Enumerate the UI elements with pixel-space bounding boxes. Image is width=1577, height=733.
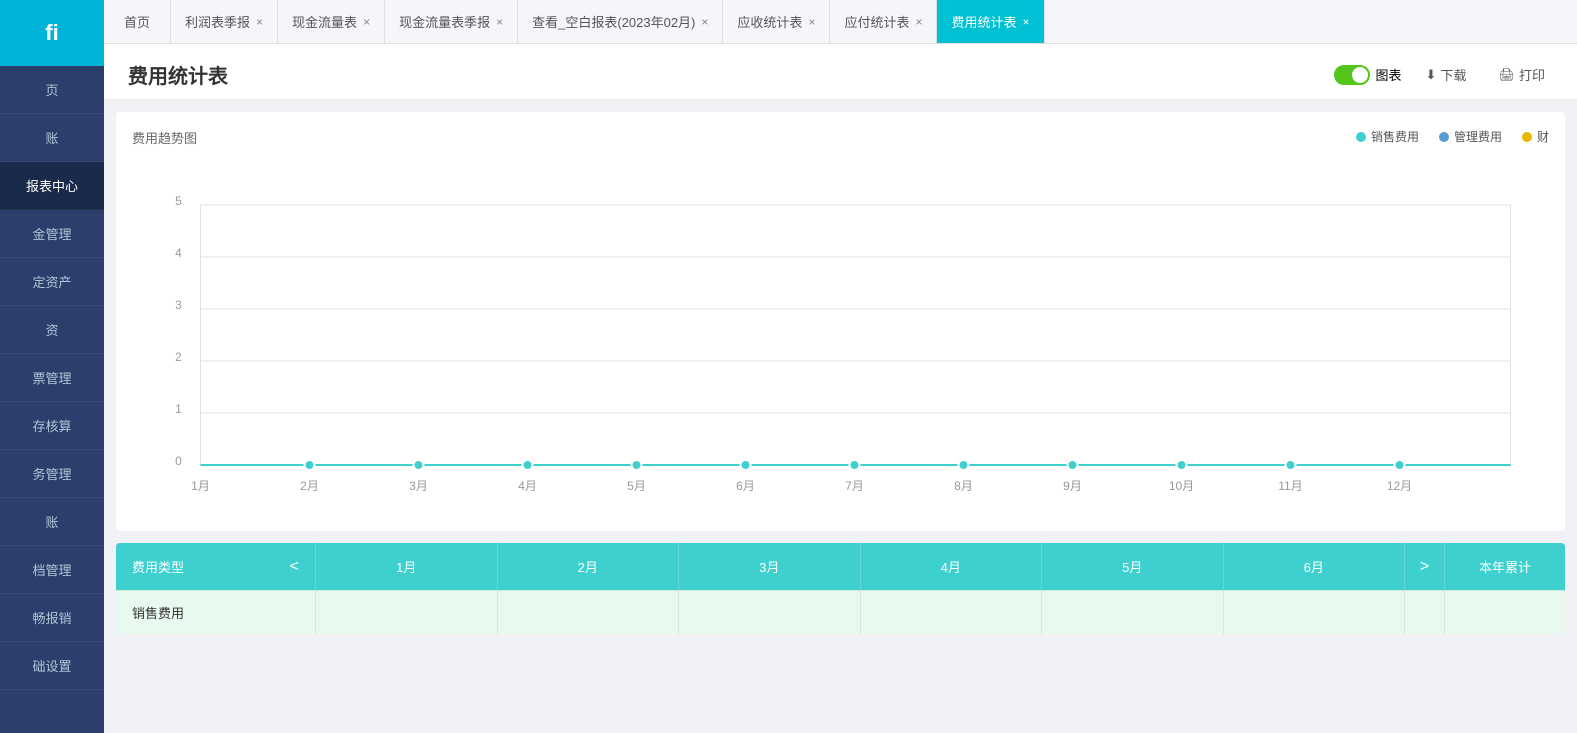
sidebar-item-assets[interactable]: 定资产: [0, 258, 104, 306]
tab-expense[interactable]: 费用统计表 ×: [937, 0, 1044, 44]
sidebar-item-archive[interactable]: 档管理: [0, 546, 104, 594]
svg-text:3: 3: [175, 298, 182, 312]
sidebar-logo: fi: [0, 0, 104, 66]
col-month-5: 5月: [1042, 543, 1224, 590]
legend-sales: 销售费用: [1356, 128, 1419, 145]
svg-text:2: 2: [175, 350, 182, 364]
table-row: 销售费用: [116, 590, 1565, 634]
print-icon: 🖨: [1498, 67, 1515, 83]
svg-text:8月: 8月: [954, 479, 973, 493]
svg-text:6月: 6月: [736, 479, 755, 493]
sidebar-item-inventory[interactable]: 存核算: [0, 402, 104, 450]
chart-legend: 销售费用 管理费用 财: [1356, 128, 1549, 145]
svg-text:7月: 7月: [845, 479, 864, 493]
col-month-4: 4月: [861, 543, 1043, 590]
tab-cashflow-q[interactable]: 现金流量表季报 ×: [385, 0, 518, 44]
row-type-sales: 销售费用: [116, 591, 316, 634]
page-title: 费用统计表: [128, 60, 228, 89]
row-val-4: [861, 591, 1043, 634]
sidebar-item-service[interactable]: 务管理: [0, 450, 104, 498]
tab-profit[interactable]: 利润表季报 ×: [171, 0, 278, 44]
nav-prev-btn[interactable]: <: [290, 558, 299, 576]
sidebar: fi 页 账 报表中心 金管理 定资产 资 票管理 存核算 务管理 账 档管理 …: [0, 0, 104, 733]
chart-title: 费用趋势图: [132, 128, 197, 147]
svg-text:12月: 12月: [1387, 479, 1412, 493]
svg-text:3月: 3月: [409, 479, 428, 493]
print-button[interactable]: 🖨 打印: [1490, 61, 1553, 88]
row-val-6: [1224, 591, 1406, 634]
sidebar-item-payable[interactable]: 账: [0, 498, 104, 546]
svg-text:2月: 2月: [300, 479, 319, 493]
header-actions: 图表 ⬇ 下载 🖨 打印: [1334, 61, 1553, 88]
sidebar-item-account[interactable]: 账: [0, 114, 104, 162]
chart-toggle[interactable]: 图表: [1334, 65, 1402, 85]
sidebar-item-invest[interactable]: 资: [0, 306, 104, 354]
table-header: 费用类型 < 1月 2月 3月 4月 5月 6月 > 本年累计: [116, 543, 1565, 590]
tab-close-payable-stat[interactable]: ×: [915, 15, 922, 29]
row-val-5: [1042, 591, 1224, 634]
svg-text:10月: 10月: [1169, 479, 1194, 493]
sidebar-item-home[interactable]: 页: [0, 66, 104, 114]
legend-admin: 管理费用: [1439, 128, 1502, 145]
legend-finance: 财: [1522, 128, 1549, 145]
col-month-1: 1月: [316, 543, 498, 590]
tab-blank-report[interactable]: 查看_空白报表(2023年02月) ×: [518, 0, 723, 44]
svg-text:9月: 9月: [1063, 479, 1082, 493]
legend-dot-sales: [1356, 132, 1366, 142]
row-val-1: [316, 591, 498, 634]
svg-text:0: 0: [175, 454, 182, 468]
sidebar-item-ticket[interactable]: 票管理: [0, 354, 104, 402]
nav-next-btn[interactable]: >: [1420, 558, 1429, 576]
col-total: 本年累计: [1445, 543, 1565, 590]
tab-payable-stat[interactable]: 应付统计表 ×: [830, 0, 937, 44]
table-section: 费用类型 < 1月 2月 3月 4月 5月 6月 > 本年累计 销售费用: [116, 543, 1565, 634]
tab-close-profit[interactable]: ×: [256, 15, 263, 29]
svg-text:11月: 11月: [1278, 479, 1302, 493]
col-month-2: 2月: [498, 543, 680, 590]
page-header: 费用统计表 图表 ⬇ 下载 🖨 打印: [104, 44, 1577, 100]
chart-svg: 0 1 2 3 4 5: [132, 155, 1549, 515]
tab-close-receivable[interactable]: ×: [808, 15, 815, 29]
sidebar-item-refund[interactable]: 畅报销: [0, 594, 104, 642]
legend-dot-admin: [1439, 132, 1449, 142]
svg-text:1: 1: [175, 402, 182, 416]
chart-section: 费用趋势图 销售费用 管理费用 财: [116, 112, 1565, 531]
svg-text:1月: 1月: [191, 479, 210, 493]
tab-home[interactable]: 首页: [104, 0, 171, 44]
tab-close-blank-report[interactable]: ×: [701, 15, 708, 29]
sidebar-item-report[interactable]: 报表中心: [0, 162, 104, 210]
tab-close-cashflow-q[interactable]: ×: [496, 15, 503, 29]
tab-close-cashflow[interactable]: ×: [363, 15, 370, 29]
svg-text:4: 4: [175, 246, 182, 260]
svg-text:4月: 4月: [518, 479, 537, 493]
row-val-2: [498, 591, 680, 634]
tab-close-expense[interactable]: ×: [1022, 15, 1029, 29]
sidebar-item-fund[interactable]: 金管理: [0, 210, 104, 258]
main-area: 首页 利润表季报 × 现金流量表 × 现金流量表季报 × 查看_空白报表(202…: [104, 0, 1577, 733]
col-month-3: 3月: [679, 543, 861, 590]
col-month-6: 6月: [1224, 543, 1406, 590]
download-icon: ⬇: [1426, 67, 1437, 83]
svg-text:5月: 5月: [627, 479, 646, 493]
toggle-label: 图表: [1376, 65, 1402, 84]
content-area: 费用统计表 图表 ⬇ 下载 🖨 打印: [104, 44, 1577, 733]
chart-wrapper: 0 1 2 3 4 5: [132, 155, 1549, 515]
toggle-track[interactable]: [1334, 65, 1370, 85]
tab-receivable[interactable]: 应收统计表 ×: [723, 0, 830, 44]
col-type: 费用类型 <: [116, 543, 316, 590]
sidebar-item-settings[interactable]: 础设置: [0, 642, 104, 690]
svg-text:5: 5: [175, 194, 182, 208]
toggle-thumb: [1352, 67, 1368, 83]
row-total: [1445, 591, 1565, 634]
row-val-3: [679, 591, 861, 634]
tab-cashflow[interactable]: 现金流量表 ×: [278, 0, 385, 44]
legend-dot-finance: [1522, 132, 1532, 142]
download-button[interactable]: ⬇ 下载: [1418, 61, 1475, 88]
tab-bar: 首页 利润表季报 × 现金流量表 × 现金流量表季报 × 查看_空白报表(202…: [104, 0, 1577, 44]
